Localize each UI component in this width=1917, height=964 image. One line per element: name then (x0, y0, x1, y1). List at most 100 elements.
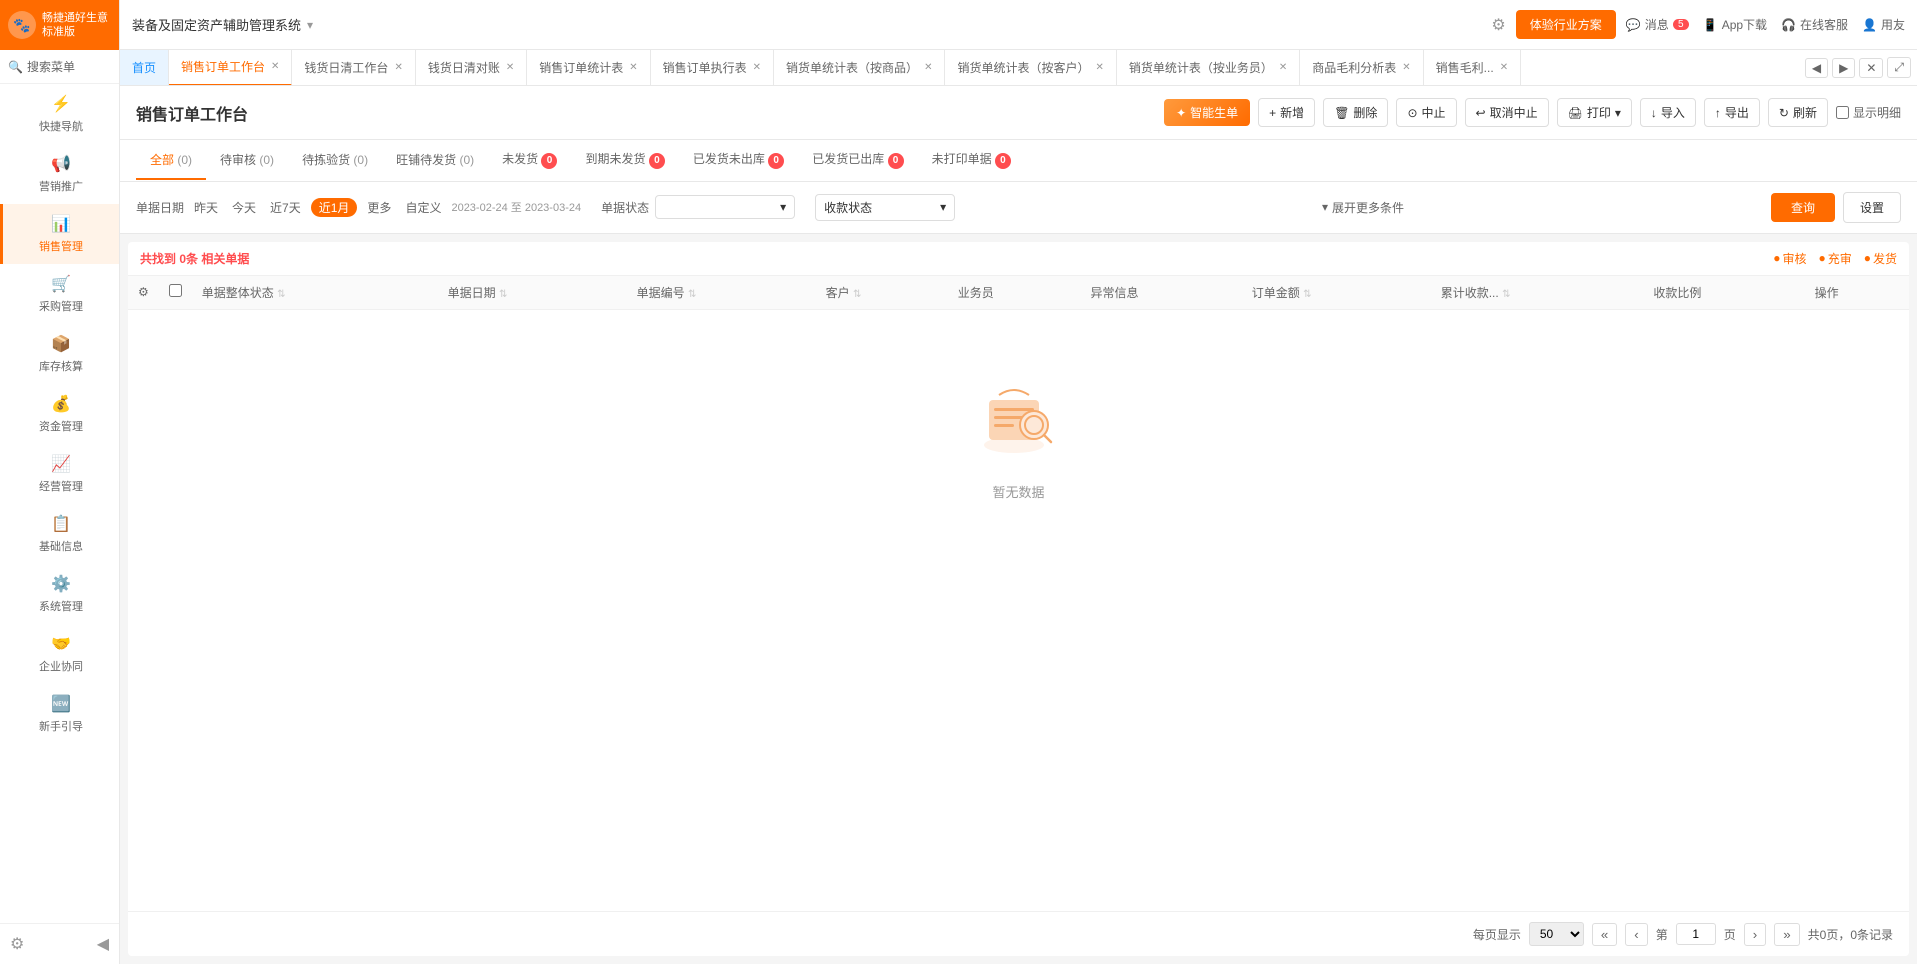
batch-cancel-review-btn[interactable]: ● 充审 (1818, 250, 1851, 267)
sidebar-item-purchase[interactable]: 🛒 采购管理 (0, 264, 119, 324)
subtab-all[interactable]: 全部 (0) (136, 141, 206, 180)
tab-nav-prev[interactable]: ◀ (1805, 58, 1828, 78)
sidebar-item-search[interactable]: 🔍 搜索菜单 (0, 50, 119, 84)
tab-close-all[interactable]: ✕ (1859, 58, 1883, 78)
tab-nav-next[interactable]: ▶ (1832, 58, 1855, 78)
cancel-stop-btn[interactable]: ↩ 取消中止 (1465, 98, 1549, 127)
tab-cargo-customer[interactable]: 销货单统计表（按客户） ✕ (945, 50, 1116, 86)
tab-close-sales-order[interactable]: ✕ (271, 61, 279, 72)
tab-sales-profit[interactable]: 销售毛利... ✕ (1424, 50, 1521, 86)
delete-btn[interactable]: 🗑 删除 (1323, 98, 1388, 127)
per-page-select[interactable]: 50 10 20 100 (1529, 922, 1584, 946)
data-table: ⚙ 单据整体状态 ⇅ 单据日期 ⇅ (128, 276, 1909, 310)
sidebar-item-guide[interactable]: 🆕 新手引导 (0, 684, 119, 744)
customer-sort-icon[interactable]: ⇅ (853, 289, 861, 300)
user-btn[interactable]: 👤 用友 (1862, 16, 1905, 33)
subtab-pending-review[interactable]: 待审核 (0) (206, 141, 288, 180)
date-opt-1month[interactable]: 近1月 (311, 198, 358, 217)
batch-ship-btn[interactable]: ● 发货 (1864, 250, 1897, 267)
tab-gross-profit[interactable]: 商品毛利分析表 ✕ (1300, 50, 1423, 86)
expand-filter-btn[interactable]: ▾ 展开更多条件 (1314, 195, 1412, 220)
tab-home[interactable]: 首页 (120, 50, 169, 86)
subtab-wangpu-ship[interactable]: 旺铺待发货 (0) (382, 141, 488, 180)
sidebar-item-quick-nav[interactable]: ⚡ 快捷导航 (0, 84, 119, 144)
tab-sales-stats[interactable]: 销售订单统计表 ✕ (527, 50, 650, 86)
status-sort-icon[interactable]: ⇅ (277, 289, 285, 300)
date-sort-icon[interactable]: ⇅ (499, 289, 507, 300)
settings-bottom-icon[interactable]: ⚙ (10, 934, 24, 954)
date-opt-yesterday[interactable]: 昨天 (190, 197, 222, 218)
tab-cargo-product[interactable]: 销货单统计表（按商品） ✕ (774, 50, 945, 86)
subtabs: 全部 (0) 待审核 (0) 待拣验货 (0) 旺铺待发货 (0) 未发货 0 … (120, 140, 1917, 182)
tab-cash-daily[interactable]: 钱货日清工作台 ✕ (292, 50, 415, 86)
subtab-shipped-out[interactable]: 已发货已出库 0 (798, 140, 917, 181)
export-btn[interactable]: ↑ 导出 (1704, 98, 1760, 127)
subtab-not-printed[interactable]: 未打印单据 0 (918, 140, 1025, 181)
online-service-btn[interactable]: 🎧 在线客服 (1781, 16, 1848, 33)
collapse-icon[interactable]: ◀ (97, 934, 109, 954)
page-input[interactable] (1676, 923, 1716, 945)
tab-cargo-staff[interactable]: 销货单统计表（按业务员） ✕ (1117, 50, 1300, 86)
add-btn[interactable]: + 新增 (1258, 98, 1315, 127)
status-select[interactable]: ▾ (655, 195, 795, 219)
next-page-btn[interactable]: › (1744, 923, 1766, 946)
tab-close-cargo-customer[interactable]: ✕ (1095, 62, 1103, 73)
refresh-btn[interactable]: ↻ 刷新 (1768, 98, 1828, 127)
tab-close-cash-reconcile[interactable]: ✕ (506, 62, 514, 73)
tab-close-gross-profit[interactable]: ✕ (1402, 62, 1410, 73)
col-amount-header: 订单金额 ⇅ (1242, 276, 1431, 310)
tab-sales-order[interactable]: 销售订单工作台 ✕ (169, 50, 292, 86)
prev-page-btn[interactable]: ‹ (1625, 923, 1647, 946)
col-checkbox-header[interactable] (159, 276, 192, 310)
sidebar-item-finance[interactable]: 💰 资金管理 (0, 384, 119, 444)
tab-close-sales-stats[interactable]: ✕ (629, 62, 637, 73)
subtab-pending-inspect[interactable]: 待拣验货 (0) (288, 141, 382, 180)
smart-gen-btn[interactable]: ✦ 智能生单 (1164, 99, 1250, 126)
tab-close-cash-daily[interactable]: ✕ (394, 62, 402, 73)
sidebar-item-sales[interactable]: 📊 销售管理 (0, 204, 119, 264)
last-page-btn[interactable]: » (1774, 923, 1799, 946)
payment-select[interactable]: 收款状态 ▾ (815, 194, 955, 221)
subtab-overdue-ship[interactable]: 到期未发货 0 (571, 140, 678, 181)
tab-close-sales-profit[interactable]: ✕ (1500, 62, 1508, 73)
select-all-checkbox[interactable] (169, 284, 182, 297)
tab-order-exec-label: 销售订单执行表 (663, 59, 747, 76)
date-opt-today[interactable]: 今天 (228, 197, 260, 218)
number-sort-icon[interactable]: ⇅ (688, 289, 696, 300)
sidebar-item-basic[interactable]: 📋 基础信息 (0, 504, 119, 564)
tab-close-cargo-staff[interactable]: ✕ (1279, 62, 1287, 73)
app-download-btn[interactable]: 📱 App下载 (1703, 16, 1767, 33)
date-opt-7days[interactable]: 近7天 (266, 197, 305, 218)
tab-order-exec[interactable]: 销售订单执行表 ✕ (651, 50, 774, 86)
tab-maximize[interactable]: ⤢ (1887, 57, 1911, 78)
collected-sort-icon[interactable]: ⇅ (1502, 289, 1510, 300)
tab-cash-reconcile[interactable]: 钱货日清对账 ✕ (416, 50, 527, 86)
tab-close-order-exec[interactable]: ✕ (753, 62, 761, 73)
trial-btn[interactable]: 体验行业方案 (1516, 10, 1616, 39)
filter-settings-btn[interactable]: 设置 (1843, 192, 1901, 223)
first-page-btn[interactable]: « (1592, 923, 1617, 946)
date-opt-more[interactable]: 更多 (363, 197, 395, 218)
sidebar-item-operations[interactable]: 📈 经营管理 (0, 444, 119, 504)
sidebar-item-inventory[interactable]: 📦 库存核算 (0, 324, 119, 384)
query-btn[interactable]: 查询 (1771, 193, 1835, 222)
show-detail-checkbox[interactable]: 显示明细 (1836, 104, 1901, 121)
import-btn[interactable]: ↓ 导入 (1640, 98, 1696, 127)
amount-sort-icon[interactable]: ⇅ (1303, 289, 1311, 300)
topbar-settings-icon[interactable]: ⚙ (1491, 15, 1505, 35)
show-detail-input[interactable] (1836, 106, 1849, 119)
sidebar-item-system[interactable]: ⚙️ 系统管理 (0, 564, 119, 624)
message-btn[interactable]: 💬 消息 5 (1626, 16, 1689, 33)
print-btn[interactable]: 🖨 打印 ▾ (1557, 98, 1632, 127)
col-settings-header[interactable]: ⚙ (128, 276, 159, 310)
sidebar-item-cooperation[interactable]: 🤝 企业协同 (0, 624, 119, 684)
date-opt-custom[interactable]: 自定义 (401, 197, 445, 218)
status-dropdown-icon: ▾ (780, 200, 786, 214)
subtab-not-shipped[interactable]: 未发货 0 (488, 140, 571, 181)
subtab-shipped-in[interactable]: 已发货未出库 0 (679, 140, 798, 181)
sidebar-item-marketing[interactable]: 📢 营销推广 (0, 144, 119, 204)
batch-review-btn[interactable]: ● 审核 (1773, 250, 1806, 267)
tab-close-cargo-product[interactable]: ✕ (924, 62, 932, 73)
stop-btn[interactable]: ⊙ 中止 (1396, 98, 1456, 127)
tab-gross-profit-label: 商品毛利分析表 (1312, 59, 1396, 76)
